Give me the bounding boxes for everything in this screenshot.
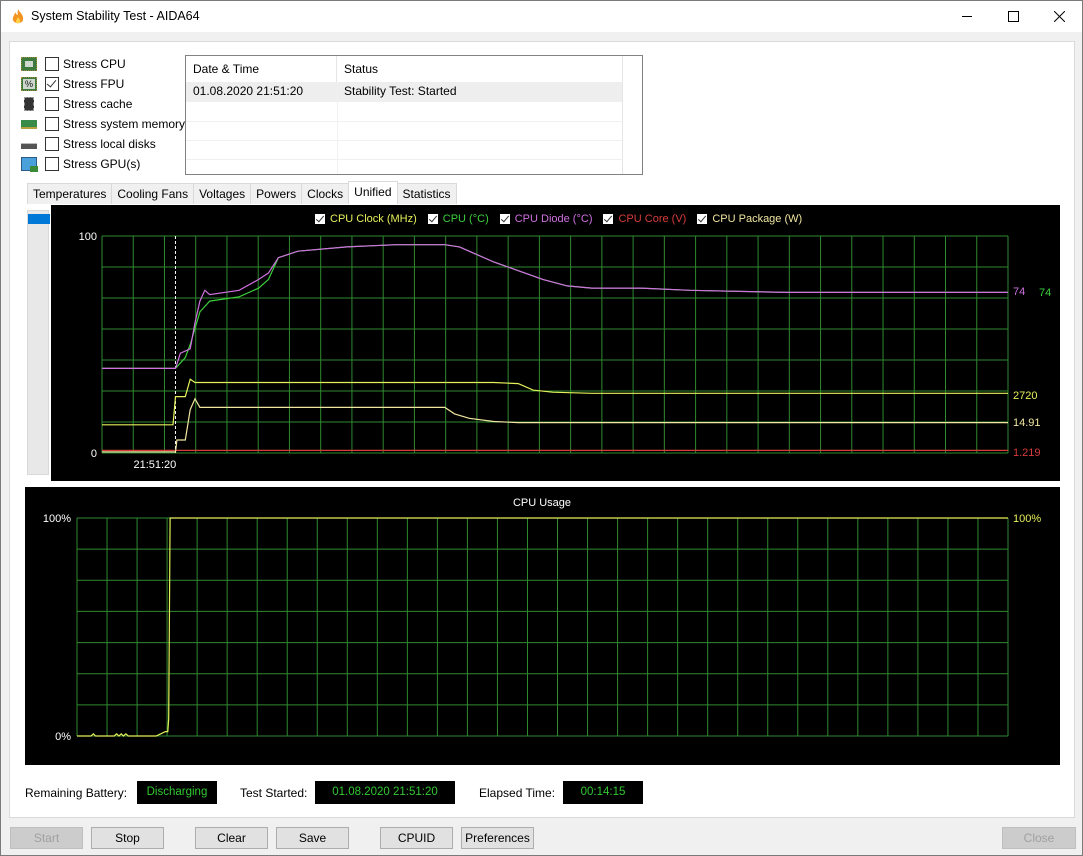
log-row[interactable]: 01.08.2020 21:51:20 Stability Test: Star… xyxy=(186,82,622,102)
x-marker-label: 21:51:20 xyxy=(133,459,176,471)
cache-chip-icon xyxy=(24,97,34,111)
stress-gpu-label: Stress GPU(s) xyxy=(63,157,141,171)
test-started-value: 01.08.2020 21:51:20 xyxy=(315,781,455,804)
tab-statistics[interactable]: Statistics xyxy=(396,183,457,204)
save-button[interactable]: Save xyxy=(276,827,349,849)
memory-module-icon xyxy=(21,119,37,129)
stress-cache-option[interactable]: Stress cache xyxy=(21,94,132,114)
current-value-label: 2720 xyxy=(1013,390,1037,402)
tab-cooling-fans[interactable]: Cooling Fans xyxy=(111,183,195,204)
unified-chart-plot: 100 0 21:51:20 74 74 2720 14.91 1.219 xyxy=(79,231,1052,471)
stress-cpu-label: Stress CPU xyxy=(63,57,126,71)
current-value-label: 74 xyxy=(1039,287,1051,299)
current-value-label: 1.219 xyxy=(1013,447,1041,459)
series-line-cpu-usage xyxy=(77,517,1008,737)
cpuid-button[interactable]: CPUID xyxy=(380,827,453,849)
window-title: System Stability Test - AIDA64 xyxy=(31,9,200,23)
stress-cache-label: Stress cache xyxy=(63,97,133,111)
battery-value: Discharging xyxy=(137,781,217,804)
close-icon xyxy=(1053,11,1065,22)
current-value-label: 100% xyxy=(1013,513,1041,525)
cpu-usage-chart-plot: 100% 0% CPU Usage 100% xyxy=(43,497,1041,743)
series-line-cpu-clock xyxy=(102,378,1008,426)
stress-cpu-checkbox[interactable] xyxy=(45,57,59,71)
series-line-cpu-package xyxy=(102,397,1008,453)
log-datetime: 01.08.2020 21:51:20 xyxy=(193,84,304,98)
log-status: Stability Test: Started xyxy=(344,84,457,98)
clear-button[interactable]: Clear xyxy=(195,827,268,849)
elapsed-time-label: Elapsed Time: xyxy=(479,786,556,800)
tab-powers[interactable]: Powers xyxy=(250,183,303,204)
stress-cpu-option[interactable]: Stress CPU xyxy=(21,54,126,74)
stress-disks-option[interactable]: Stress local disks xyxy=(21,134,156,154)
log-row-empty xyxy=(186,102,622,122)
graph-tabs: Temperatures Cooling Fans Voltages Power… xyxy=(27,181,457,204)
stress-disks-checkbox[interactable] xyxy=(45,137,59,151)
current-value-label: 14.91 xyxy=(1013,417,1041,429)
stress-fpu-checkbox[interactable] xyxy=(45,77,59,91)
stop-button[interactable]: Stop xyxy=(91,827,164,849)
unified-chart: CPU Clock (MHz) CPU (°C) CPU Diode (°C) … xyxy=(51,205,1060,481)
y-tick-label: 0 xyxy=(91,448,97,460)
log-row-empty xyxy=(186,140,622,160)
preferences-button[interactable]: Preferences xyxy=(461,827,534,849)
minimize-button[interactable] xyxy=(944,1,990,32)
log-column-divider xyxy=(622,56,623,174)
maximize-button[interactable] xyxy=(990,1,1036,32)
title-bar: System Stability Test - AIDA64 xyxy=(1,1,1082,32)
stress-fpu-option[interactable]: % Stress FPU xyxy=(21,74,124,94)
y-tick-label: 100 xyxy=(79,231,97,243)
stress-gpu-checkbox[interactable] xyxy=(45,157,59,171)
current-value-label: 74 xyxy=(1013,286,1025,298)
maximize-icon xyxy=(1007,11,1019,22)
log-header-datetime[interactable]: Date & Time xyxy=(186,56,337,82)
cpu-chip-icon xyxy=(21,57,37,71)
y-tick-label: 100% xyxy=(43,513,71,525)
tab-unified[interactable]: Unified xyxy=(348,181,398,204)
close-button[interactable]: Close xyxy=(1002,827,1076,849)
stress-memory-option[interactable]: Stress system memory xyxy=(21,114,185,134)
stress-memory-checkbox[interactable] xyxy=(45,117,59,131)
stress-memory-label: Stress system memory xyxy=(63,117,186,131)
test-started-label: Test Started: xyxy=(240,786,308,800)
stress-fpu-label: Stress FPU xyxy=(63,77,125,91)
app-window: System Stability Test - AIDA64 Stress CP… xyxy=(0,0,1083,856)
minimize-icon xyxy=(962,16,972,17)
log-row-empty xyxy=(186,121,622,141)
fpu-chip-icon: % xyxy=(21,77,37,91)
tab-voltages[interactable]: Voltages xyxy=(193,183,252,204)
tab-clocks[interactable]: Clocks xyxy=(301,183,350,204)
chart-title: CPU Usage xyxy=(513,497,571,509)
cpu-usage-chart: 100% 0% CPU Usage 100% xyxy=(25,487,1060,765)
series-line-cpu-diode xyxy=(102,244,1008,369)
stress-gpu-option[interactable]: Stress GPU(s) xyxy=(21,154,140,174)
elapsed-time-value: 00:14:15 xyxy=(563,781,643,804)
aida64-flame-icon xyxy=(12,9,24,24)
battery-label: Remaining Battery: xyxy=(25,786,128,800)
scrollbar-thumb[interactable] xyxy=(28,214,50,224)
log-header-status[interactable]: Status xyxy=(337,56,623,82)
start-button[interactable]: Start xyxy=(10,827,83,849)
stress-cache-checkbox[interactable] xyxy=(45,97,59,111)
y-tick-label: 0% xyxy=(55,731,71,743)
series-line-cpu-temp xyxy=(102,244,1008,369)
log-column-divider xyxy=(337,82,338,174)
graph-scrollbar[interactable] xyxy=(27,210,50,475)
tab-temperatures[interactable]: Temperatures xyxy=(27,183,113,204)
gpu-monitor-icon xyxy=(21,157,38,172)
event-log-list[interactable]: Date & Time Status 01.08.2020 21:51:20 S… xyxy=(185,55,643,175)
stress-disks-label: Stress local disks xyxy=(63,137,156,151)
disk-drive-icon xyxy=(21,143,37,149)
close-window-button[interactable] xyxy=(1036,1,1082,32)
